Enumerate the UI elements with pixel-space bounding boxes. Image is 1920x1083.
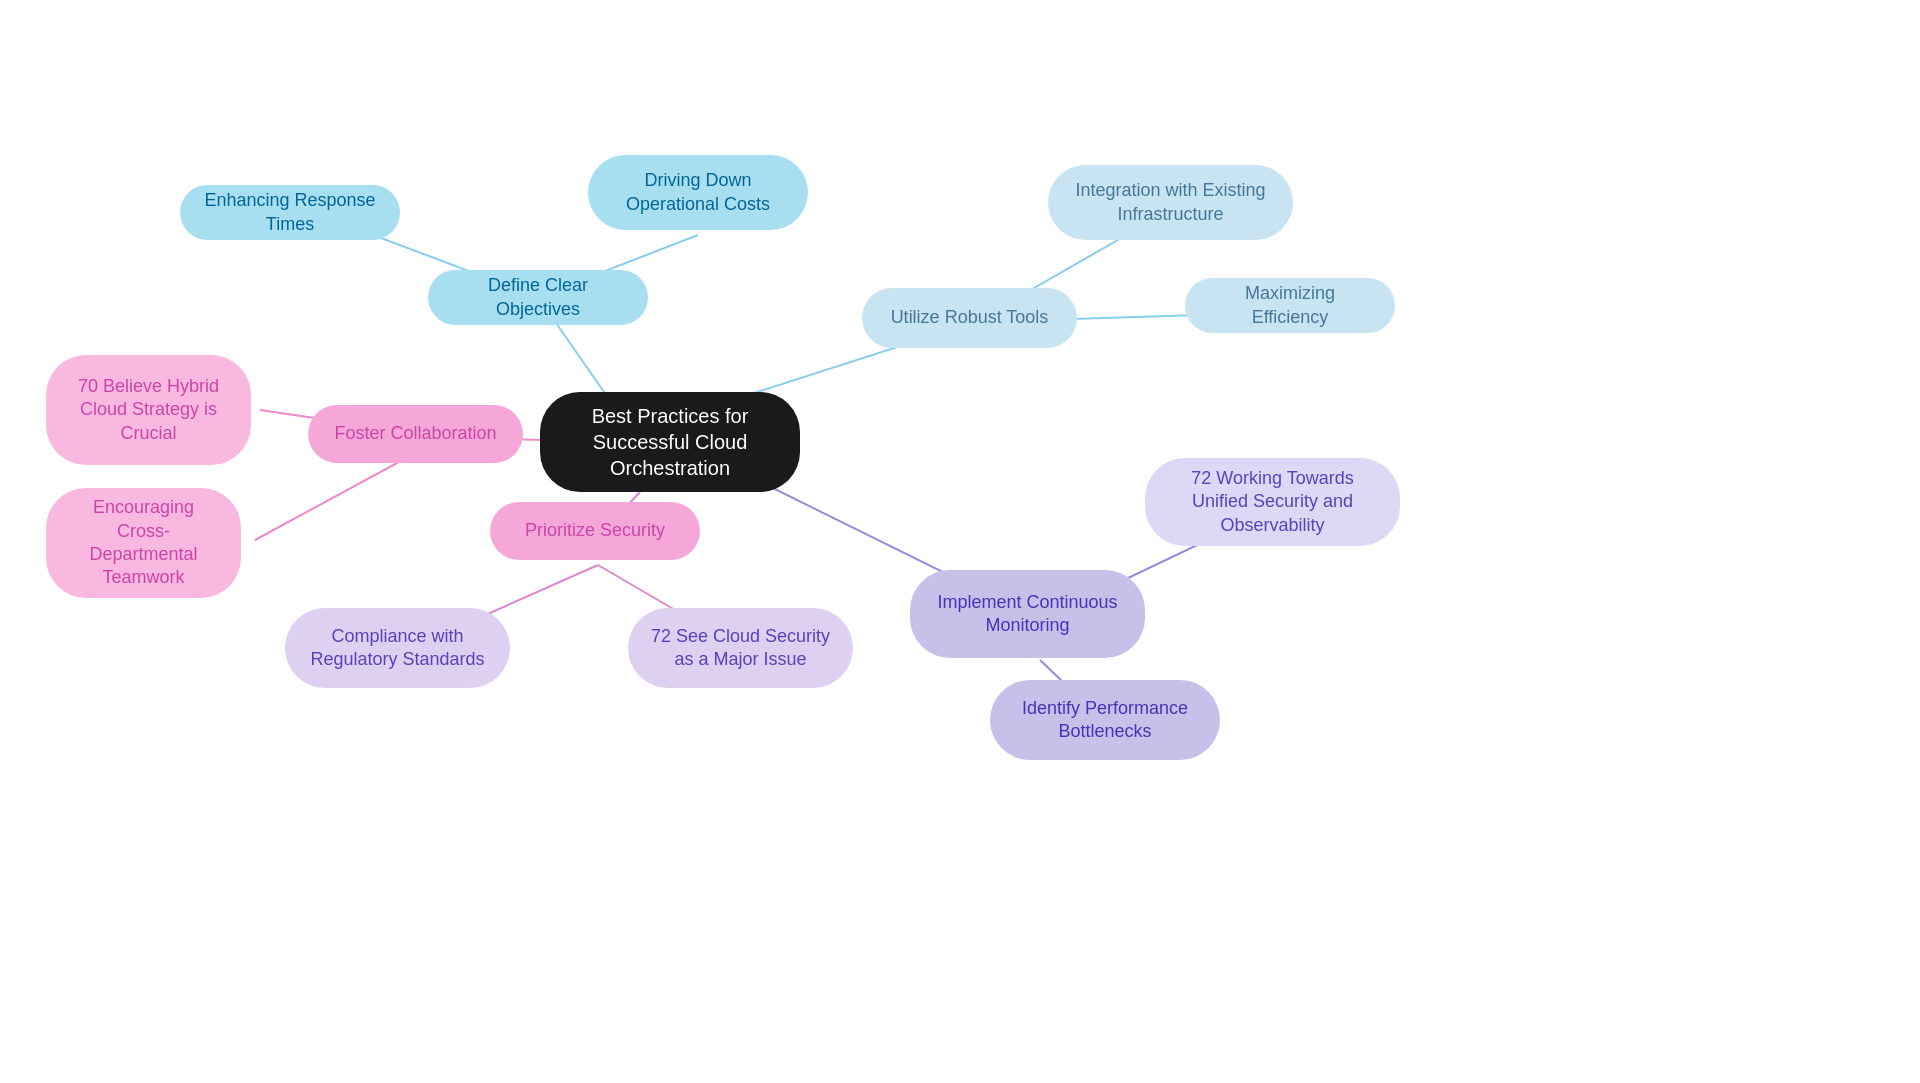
driving-down-costs-node: Driving Down Operational Costs	[588, 155, 808, 230]
encouraging-teamwork-node: Encouraging Cross-Departmental Teamwork	[46, 488, 241, 598]
utilize-robust-tools-node: Utilize Robust Tools	[862, 288, 1077, 348]
define-clear-objectives-node: Define Clear Objectives	[428, 270, 648, 325]
believe-hybrid-cloud-node: 70 Believe Hybrid Cloud Strategy is Cruc…	[46, 355, 251, 465]
enhancing-response-times-node: Enhancing Response Times	[180, 185, 400, 240]
foster-collaboration-node: Foster Collaboration	[308, 405, 523, 463]
compliance-node: Compliance with Regulatory Standards	[285, 608, 510, 688]
see-cloud-security-node: 72 See Cloud Security as a Major Issue	[628, 608, 853, 688]
identify-performance-node: Identify Performance Bottlenecks	[990, 680, 1220, 760]
maximizing-efficiency-node: Maximizing Efficiency	[1185, 278, 1395, 333]
working-unified-node: 72 Working Towards Unified Security and …	[1145, 458, 1400, 546]
center-node: Best Practices for Successful Cloud Orch…	[540, 392, 800, 492]
prioritize-security-node: Prioritize Security	[490, 502, 700, 560]
implement-monitoring-node: Implement Continuous Monitoring	[910, 570, 1145, 658]
integration-node: Integration with Existing Infrastructure	[1048, 165, 1293, 240]
